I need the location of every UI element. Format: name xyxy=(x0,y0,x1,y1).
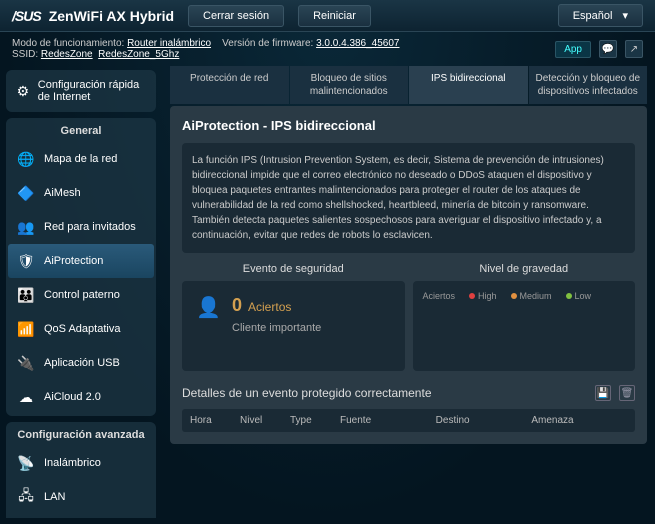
shield-icon: 🛡 xyxy=(16,251,36,271)
usb-icon: 🔌 xyxy=(16,353,36,373)
sidebar-item-lan[interactable]: 🖧LAN xyxy=(8,480,154,514)
security-event-heading: Evento de seguridad xyxy=(182,263,405,275)
save-icon[interactable]: 💾 xyxy=(595,385,611,401)
ssid1-link[interactable]: RedesZone xyxy=(41,49,93,60)
hits-label: Aciertos xyxy=(248,300,291,314)
severity-box: Aciertos High Medium Low xyxy=(413,281,636,371)
sidebar-item-wan[interactable]: 🌍WAN xyxy=(8,514,154,518)
dot-low-icon xyxy=(566,293,572,299)
sidebar-item-wireless[interactable]: 📡Inalámbrico xyxy=(8,446,154,480)
quick-setup[interactable]: ⚙ Configuración rápida de Internet xyxy=(8,72,154,110)
fw-link[interactable]: 3.0.0.4.386_45607 xyxy=(316,38,399,49)
sidebar-item-usb[interactable]: 🔌Aplicación USB xyxy=(8,346,154,380)
event-box: 👤 0 Aciertos Cliente importante xyxy=(182,281,405,371)
language-select[interactable]: Español ▾ xyxy=(558,4,643,27)
hits-count: 0 xyxy=(232,295,242,316)
general-heading: General xyxy=(8,120,154,142)
sidebar-item-network-map[interactable]: 🌐Mapa de la red xyxy=(8,142,154,176)
feedback-icon[interactable]: 💬 xyxy=(599,40,617,58)
advanced-heading: Configuración avanzada xyxy=(8,424,154,446)
mode-label: Modo de funcionamiento: xyxy=(12,38,124,49)
brand-logo: /SUS xyxy=(12,8,41,24)
logout-button[interactable]: Cerrar sesión xyxy=(188,5,284,27)
language-label: Español xyxy=(573,10,613,22)
gauge-icon: 📶 xyxy=(16,319,36,339)
delete-icon[interactable]: 🗑 xyxy=(619,385,635,401)
client-label: Cliente importante xyxy=(232,322,321,334)
lan-icon: 🖧 xyxy=(16,487,36,507)
tab-infected-devices[interactable]: Detección y bloqueo de dispositivos infe… xyxy=(529,66,648,104)
col-dst: Destino xyxy=(436,415,532,426)
dot-high-icon xyxy=(469,293,475,299)
tab-network-protection[interactable]: Protección de red xyxy=(170,66,289,104)
gear-icon: ⚙ xyxy=(16,81,30,101)
description-text: La función IPS (Intrusion Prevention Sys… xyxy=(182,143,635,253)
sidebar-item-aimesh[interactable]: 🔷AiMesh xyxy=(8,176,154,210)
sidebar-item-qos[interactable]: 📶QoS Adaptativa xyxy=(8,312,154,346)
quick-setup-label: Configuración rápida de Internet xyxy=(38,79,146,103)
globe-icon: 🌐 xyxy=(16,149,36,169)
page-title: AiProtection - IPS bidireccional xyxy=(182,118,635,133)
cloud-icon: ☁ xyxy=(16,387,36,407)
sidebar-item-guest[interactable]: 👥Red para invitados xyxy=(8,210,154,244)
family-icon: 👪 xyxy=(16,285,36,305)
dot-med-icon xyxy=(511,293,517,299)
severity-heading: Nivel de gravedad xyxy=(413,263,636,275)
col-time: Hora xyxy=(190,415,240,426)
ssid-label: SSID: xyxy=(12,49,38,60)
col-src: Fuente xyxy=(340,415,436,426)
export-icon[interactable]: ↗ xyxy=(625,40,643,58)
details-heading: Detalles de un evento protegido correcta… xyxy=(182,386,432,400)
legend-hits: Aciertos xyxy=(423,291,456,301)
col-level: Nivel xyxy=(240,415,290,426)
col-threat: Amenaza xyxy=(531,415,627,426)
ssid2-link[interactable]: RedesZone_5Ghz xyxy=(98,49,179,60)
col-type: Type xyxy=(290,415,340,426)
table-header: Hora Nivel Type Fuente Destino Amenaza xyxy=(182,409,635,432)
fw-label: Versión de firmware: xyxy=(222,38,313,49)
model-name: ZenWiFi AX Hybrid xyxy=(49,8,174,24)
hacker-icon: 👤 xyxy=(196,295,222,321)
reboot-button[interactable]: Reiniciar xyxy=(298,5,371,27)
chevron-down-icon: ▾ xyxy=(622,9,628,22)
users-icon: 👥 xyxy=(16,217,36,237)
sidebar-item-parental[interactable]: 👪Control paterno xyxy=(8,278,154,312)
mode-link[interactable]: Router inalámbrico xyxy=(127,38,211,49)
wifi-icon: 📡 xyxy=(16,453,36,473)
sidebar-item-aicloud[interactable]: ☁AiCloud 2.0 xyxy=(8,380,154,414)
app-button[interactable]: App xyxy=(555,41,591,58)
sidebar-item-aiprotection[interactable]: 🛡AiProtection xyxy=(8,244,154,278)
tab-ips[interactable]: IPS bidireccional xyxy=(409,66,528,104)
mesh-icon: 🔷 xyxy=(16,183,36,203)
tab-malicious-sites[interactable]: Bloqueo de sitios malintencionados xyxy=(290,66,409,104)
